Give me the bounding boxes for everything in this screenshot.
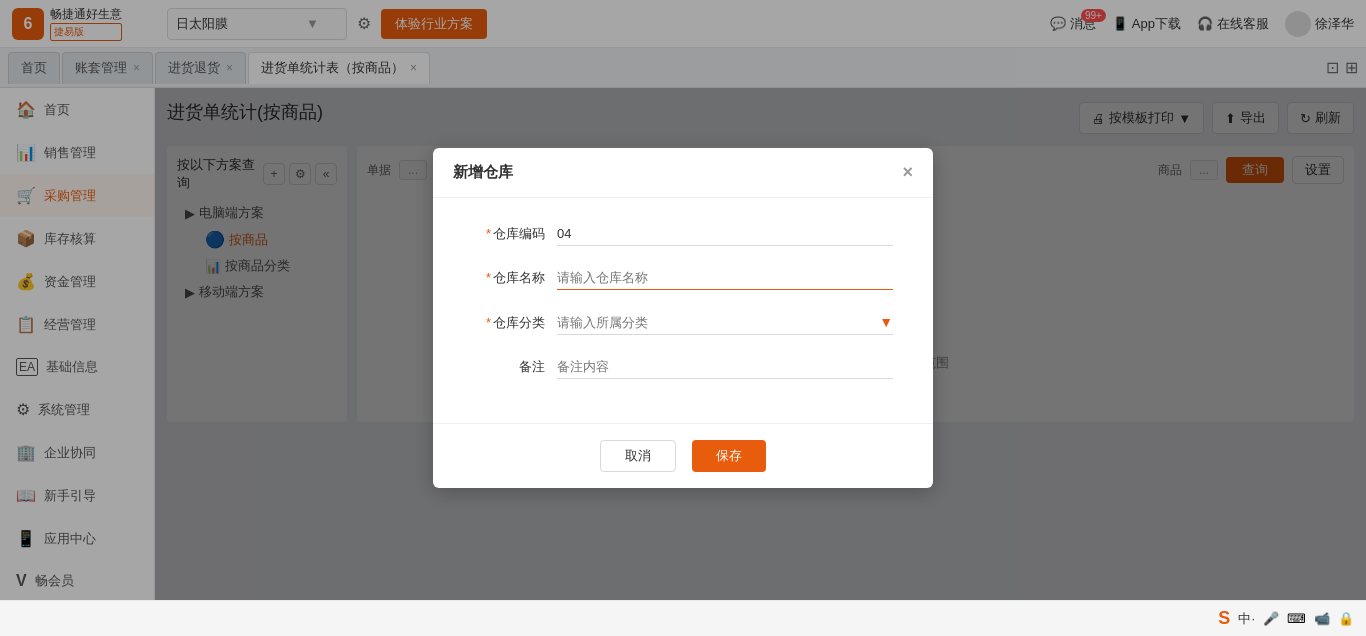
note-label: 备注 (473, 358, 545, 376)
modal-overlay: 新增仓库 × 仓库编码 仓库名称 仓库分类 ▼ (0, 0, 1366, 636)
note-input[interactable] (557, 355, 893, 379)
form-row-note: 备注 (473, 355, 893, 379)
form-row-name: 仓库名称 (473, 266, 893, 290)
category-input[interactable] (557, 315, 879, 330)
microphone-icon[interactable]: 🎤 (1263, 611, 1279, 626)
category-dropdown-icon[interactable]: ▼ (879, 314, 893, 330)
code-label: 仓库编码 (473, 225, 545, 243)
bottom-ime-label: 中· (1238, 610, 1255, 628)
modal-header: 新增仓库 × (433, 148, 933, 198)
keyboard-icon[interactable]: ⌨ (1287, 611, 1306, 626)
code-input[interactable] (557, 222, 893, 246)
camera-icon[interactable]: 📹 (1314, 611, 1330, 626)
name-input[interactable] (557, 266, 893, 290)
add-warehouse-modal: 新增仓库 × 仓库编码 仓库名称 仓库分类 ▼ (433, 148, 933, 488)
form-row-category: 仓库分类 ▼ (473, 310, 893, 335)
form-row-code: 仓库编码 (473, 222, 893, 246)
modal-body: 仓库编码 仓库名称 仓库分类 ▼ 备注 (433, 198, 933, 423)
cancel-button[interactable]: 取消 (600, 440, 676, 472)
category-label: 仓库分类 (473, 314, 545, 332)
save-button[interactable]: 保存 (692, 440, 766, 472)
bottom-bar: S 中· 🎤 ⌨ 📹 🔒 (0, 600, 1366, 636)
bottom-logo: S (1218, 608, 1230, 629)
lock-icon[interactable]: 🔒 (1338, 611, 1354, 626)
category-select[interactable]: ▼ (557, 310, 893, 335)
name-label: 仓库名称 (473, 269, 545, 287)
modal-close-button[interactable]: × (902, 162, 913, 183)
modal-title: 新增仓库 (453, 163, 513, 182)
modal-footer: 取消 保存 (433, 423, 933, 488)
